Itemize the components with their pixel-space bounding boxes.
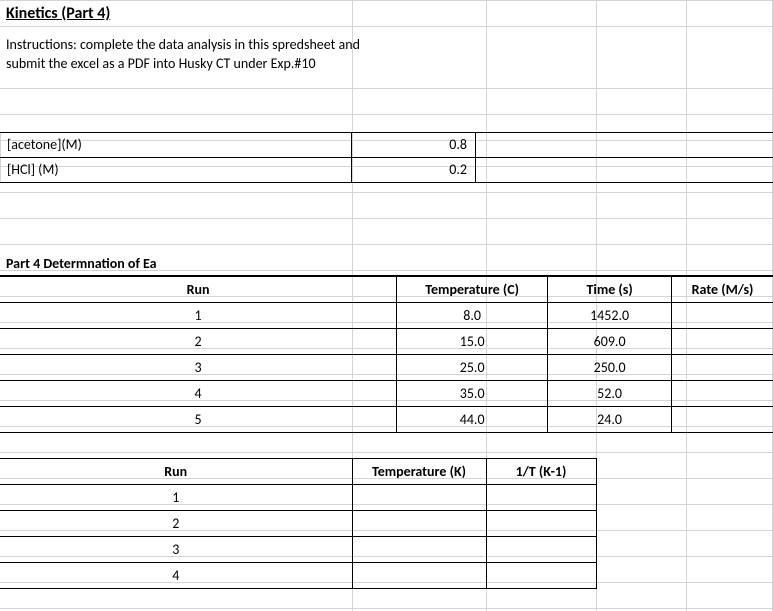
cell-rate[interactable] <box>672 302 773 328</box>
table-row: 2 15.0 609.0 <box>0 328 773 354</box>
table-header-row: Run Temperature (C) Time (s) Rate (M/s) <box>0 276 773 302</box>
cell-inv-t[interactable] <box>486 562 596 588</box>
cell-temp[interactable]: 8.0 <box>397 302 548 328</box>
cell-temp-k[interactable] <box>352 510 486 536</box>
section-title: Part 4 Determnation of Ea <box>0 252 773 276</box>
cell-temp-k[interactable] <box>352 484 486 510</box>
hcl-value[interactable]: 0.2 <box>352 158 476 182</box>
table-row: 2 <box>0 510 596 536</box>
cell-time[interactable]: 52.0 <box>548 380 672 406</box>
cell-rate[interactable] <box>672 406 773 432</box>
table-row: 4 35.0 52.0 <box>0 380 773 406</box>
table-row: 1 8.0 1452.0 <box>0 302 773 328</box>
cell-run[interactable]: 4 <box>0 380 397 406</box>
cell-time[interactable]: 24.0 <box>548 406 672 432</box>
data-table-ea: Run Temperature (C) Time (s) Rate (M/s) … <box>0 276 773 433</box>
acetone-label: [acetone](M) <box>0 133 352 157</box>
cell-run[interactable]: 2 <box>0 510 352 536</box>
cell-temp[interactable]: 35.0 <box>397 380 548 406</box>
cell-inv-t[interactable] <box>486 536 596 562</box>
cell-time[interactable]: 250.0 <box>548 354 672 380</box>
acetone-value[interactable]: 0.8 <box>352 133 476 157</box>
header-run: Run <box>0 458 352 484</box>
table-row: 4 <box>0 562 596 588</box>
cell-rate[interactable] <box>672 380 773 406</box>
cell-run[interactable]: 5 <box>0 406 397 432</box>
header-time: Time (s) <box>548 276 672 302</box>
header-rate: Rate (M/s) <box>672 276 773 302</box>
spreadsheet: Kinetics (Part 4) Instructions: complete… <box>0 0 773 611</box>
header-run: Run <box>0 276 397 302</box>
table-row: 3 <box>0 536 596 562</box>
header-temperature-c: Temperature (C) <box>397 276 548 302</box>
instructions-line-1: Instructions: complete the data analysis… <box>6 36 767 55</box>
cell-time[interactable]: 609.0 <box>548 328 672 354</box>
cell-run[interactable]: 1 <box>0 484 352 510</box>
cell-run[interactable]: 2 <box>0 328 397 354</box>
instructions: Instructions: complete the data analysis… <box>0 26 773 78</box>
cell-time[interactable]: 1452.0 <box>548 302 672 328</box>
header-inverse-t: 1/T (K-1) <box>486 458 596 484</box>
cell-temp[interactable]: 25.0 <box>397 354 548 380</box>
acetone-row: [acetone](M) 0.8 <box>0 132 773 158</box>
hcl-row: [HCl] (M) 0.2 <box>0 157 773 183</box>
cell-run[interactable]: 3 <box>0 536 352 562</box>
table-row: 1 <box>0 484 596 510</box>
hcl-label: [HCl] (M) <box>0 158 352 182</box>
header-temperature-k: Temperature (K) <box>352 458 486 484</box>
cell-rate[interactable] <box>672 328 773 354</box>
cell-inv-t[interactable] <box>486 510 596 536</box>
data-table-kelvin: Run Temperature (K) 1/T (K-1) 1 2 3 <box>0 458 597 589</box>
cell-run[interactable]: 3 <box>0 354 397 380</box>
table-row: 3 25.0 250.0 <box>0 354 773 380</box>
cell-run[interactable]: 4 <box>0 562 352 588</box>
concentration-table: [acetone](M) 0.8 [HCl] (M) 0.2 <box>0 132 773 183</box>
table-row: 5 44.0 24.0 <box>0 406 773 432</box>
cell-temp-k[interactable] <box>352 562 486 588</box>
cell-run[interactable]: 1 <box>0 302 397 328</box>
cell-temp[interactable]: 15.0 <box>397 328 548 354</box>
table-header-row: Run Temperature (K) 1/T (K-1) <box>0 458 596 484</box>
instructions-line-2: submit the excel as a PDF into Husky CT … <box>6 55 767 74</box>
page-title: Kinetics (Part 4) <box>0 0 773 26</box>
cell-temp-k[interactable] <box>352 536 486 562</box>
cell-rate[interactable] <box>672 354 773 380</box>
cell-inv-t[interactable] <box>486 484 596 510</box>
cell-temp[interactable]: 44.0 <box>397 406 548 432</box>
